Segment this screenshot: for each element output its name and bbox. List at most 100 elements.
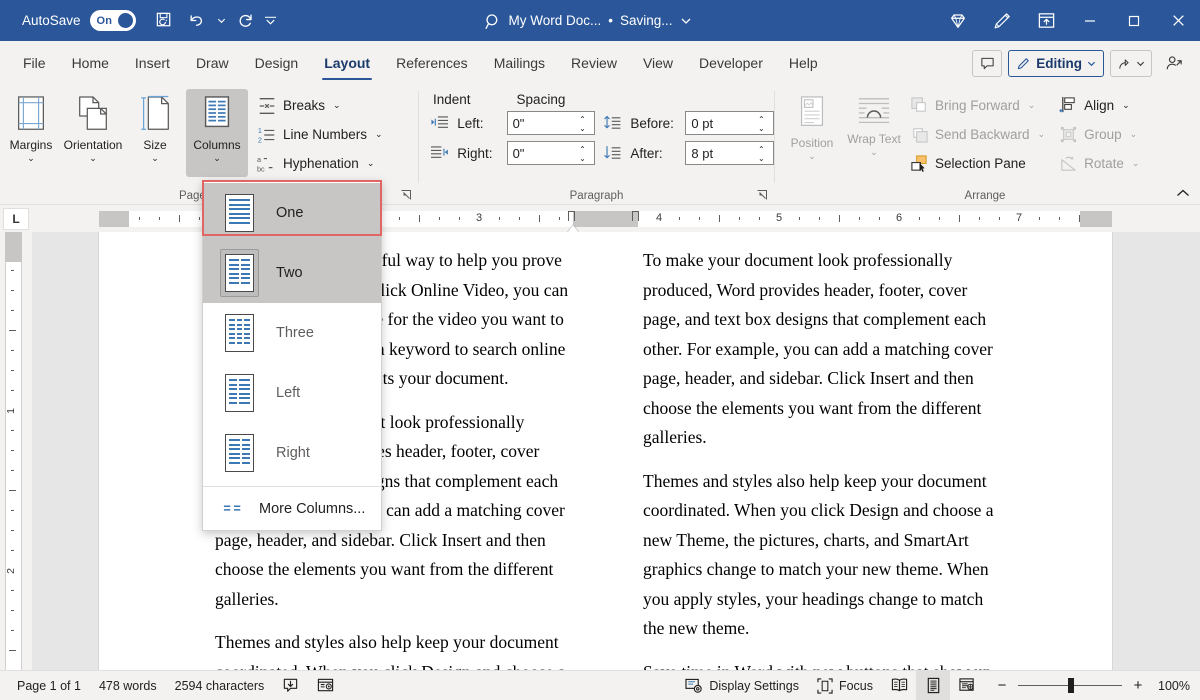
send-backward-chevron-down-icon[interactable]: ⌄	[1038, 129, 1046, 140]
horizontal-ruler[interactable]: L 1 2 3 4 5	[0, 205, 1200, 232]
close-icon[interactable]	[1156, 0, 1200, 41]
customize-quick-access-toolbar-icon[interactable]	[263, 6, 278, 35]
column-marker-left[interactable]	[568, 211, 575, 221]
breaks-chevron-down-icon[interactable]: ⌄	[333, 100, 341, 111]
tab-draw[interactable]: Draw	[183, 41, 242, 85]
accessibility-checker-icon[interactable]	[308, 671, 343, 700]
columns-button[interactable]: Columns ⌄	[186, 89, 248, 177]
display-settings-button[interactable]: Display Settings	[676, 671, 808, 700]
ruler-column-gap[interactable]	[573, 211, 638, 227]
group-chevron-down-icon[interactable]: ⌄	[1130, 129, 1138, 140]
columns-chevron-down-icon[interactable]: ⌄	[213, 153, 221, 163]
spacing-after-input[interactable]: 8 pt ⌃⌄	[685, 141, 774, 165]
tab-review[interactable]: Review	[558, 41, 630, 85]
columns-option-one[interactable]: One	[203, 183, 381, 243]
vertical-ruler[interactable]: 1 2	[0, 232, 32, 670]
line-numbers-button[interactable]: 12 Line Numbers ⌄	[254, 120, 388, 149]
zoom-level-label[interactable]: 100%	[1154, 679, 1190, 693]
view-web-layout-button[interactable]	[950, 671, 984, 700]
tab-home[interactable]: Home	[59, 41, 122, 85]
bring-forward-chevron-down-icon[interactable]: ⌄	[1028, 100, 1036, 111]
ruler-right-margin[interactable]	[1080, 211, 1112, 227]
wrap-text-button[interactable]: Wrap Text ⌄	[843, 89, 905, 177]
indent-right-input[interactable]: 0" ⌃⌄	[507, 141, 596, 165]
hyphenation-chevron-down-icon[interactable]: ⌄	[367, 158, 375, 169]
maximize-icon[interactable]	[1112, 0, 1156, 41]
zoom-slider[interactable]	[1018, 676, 1122, 696]
selection-pane-button[interactable]: Selection Pane	[907, 149, 1050, 178]
view-read-mode-button[interactable]	[882, 671, 916, 700]
breaks-button[interactable]: Breaks ⌄	[254, 91, 388, 120]
pen-icon[interactable]	[980, 0, 1024, 41]
zoom-control[interactable]: − + 100%	[984, 676, 1190, 696]
tab-references[interactable]: References	[383, 41, 481, 85]
undo-dropdown-chevron-down-icon[interactable]	[214, 6, 229, 35]
hyphenation-button[interactable]: abc Hyphenation ⌄	[254, 149, 388, 178]
indent-left-input[interactable]: 0" ⌃⌄	[507, 111, 596, 135]
column-marker-right[interactable]	[632, 211, 639, 221]
autosave-toggle[interactable]: On	[90, 10, 136, 31]
document-name[interactable]: My Word Doc...	[508, 13, 601, 28]
size-chevron-down-icon[interactable]: ⌄	[151, 153, 159, 163]
tab-view[interactable]: View	[630, 41, 686, 85]
position-chevron-down-icon[interactable]: ⌄	[808, 151, 816, 161]
tab-mailings[interactable]: Mailings	[481, 41, 558, 85]
position-button[interactable]: Position ⌄	[781, 89, 843, 177]
columns-option-three[interactable]: Three	[203, 303, 381, 363]
focus-button[interactable]: Focus	[808, 671, 882, 700]
tab-design[interactable]: Design	[242, 41, 312, 85]
zoom-in-button[interactable]: +	[1130, 677, 1146, 694]
line-numbers-chevron-down-icon[interactable]: ⌄	[375, 129, 383, 140]
align-chevron-down-icon[interactable]: ⌄	[1122, 100, 1130, 111]
group-button[interactable]: Group ⌄	[1056, 120, 1144, 149]
ribbon-display-options-icon[interactable]	[1024, 0, 1068, 41]
margins-button[interactable]: Margins ⌄	[0, 89, 62, 177]
tab-help[interactable]: Help	[776, 41, 831, 85]
indent-left-stepper[interactable]: ⌃⌄	[579, 112, 591, 136]
more-columns-menu-item[interactable]: More Columns...	[203, 490, 381, 528]
vertical-top-margin[interactable]	[5, 232, 22, 262]
page-indicator[interactable]: Page 1 of 1	[8, 671, 90, 700]
spacing-before-stepper[interactable]: ⌃⌄	[758, 112, 770, 136]
character-count[interactable]: 2594 characters	[166, 671, 274, 700]
share-button[interactable]	[1110, 50, 1152, 77]
indent-right-stepper[interactable]: ⌃⌄	[579, 142, 591, 166]
document-title-chevron-down-icon[interactable]	[680, 15, 692, 27]
ruler-left-margin[interactable]	[99, 211, 129, 227]
orientation-button[interactable]: Orientation ⌄	[62, 89, 124, 177]
columns-option-left[interactable]: Left	[203, 363, 381, 423]
collapse-ribbon-chevron-up-icon[interactable]	[1173, 184, 1193, 202]
tab-insert[interactable]: Insert	[122, 41, 183, 85]
view-print-layout-button[interactable]	[916, 671, 950, 700]
bring-forward-button[interactable]: Bring Forward ⌄	[907, 91, 1050, 120]
undo-icon[interactable]	[182, 6, 212, 35]
size-button[interactable]: Size ⌄	[124, 89, 186, 177]
comments-button[interactable]	[972, 50, 1002, 77]
rotate-chevron-down-icon[interactable]: ⌄	[1132, 158, 1140, 169]
page-setup-dialog-launcher-icon[interactable]	[399, 188, 413, 202]
redo-icon[interactable]	[231, 6, 261, 35]
align-button[interactable]: Align ⌄	[1056, 91, 1144, 120]
orientation-chevron-down-icon[interactable]: ⌄	[89, 153, 97, 163]
minimize-icon[interactable]	[1068, 0, 1112, 41]
share-with-people-icon[interactable]	[1158, 50, 1190, 77]
tab-selector-button[interactable]: L	[3, 208, 29, 230]
paragraph-dialog-launcher-icon[interactable]	[755, 188, 769, 202]
proofing-errors-icon[interactable]	[273, 671, 308, 700]
tab-developer[interactable]: Developer	[686, 41, 776, 85]
spacing-after-stepper[interactable]: ⌃⌄	[758, 142, 770, 166]
diamond-icon[interactable]	[936, 0, 980, 41]
search-icon[interactable]	[478, 7, 508, 35]
margins-chevron-down-icon[interactable]: ⌄	[27, 153, 35, 163]
tab-layout[interactable]: Layout	[311, 41, 383, 85]
columns-dropdown-menu[interactable]: One Two Three	[202, 180, 382, 531]
editing-mode-button[interactable]: Editing	[1008, 50, 1104, 77]
spacing-before-input[interactable]: 0 pt ⌃⌄	[685, 111, 774, 135]
save-icon[interactable]	[150, 6, 180, 35]
columns-option-right[interactable]: Right	[203, 423, 381, 483]
word-count[interactable]: 478 words	[90, 671, 166, 700]
send-backward-button[interactable]: Send Backward ⌄	[907, 120, 1050, 149]
tab-file[interactable]: File	[10, 41, 59, 85]
columns-option-two[interactable]: Two	[203, 243, 381, 303]
rotate-button[interactable]: Rotate ⌄	[1056, 149, 1144, 178]
